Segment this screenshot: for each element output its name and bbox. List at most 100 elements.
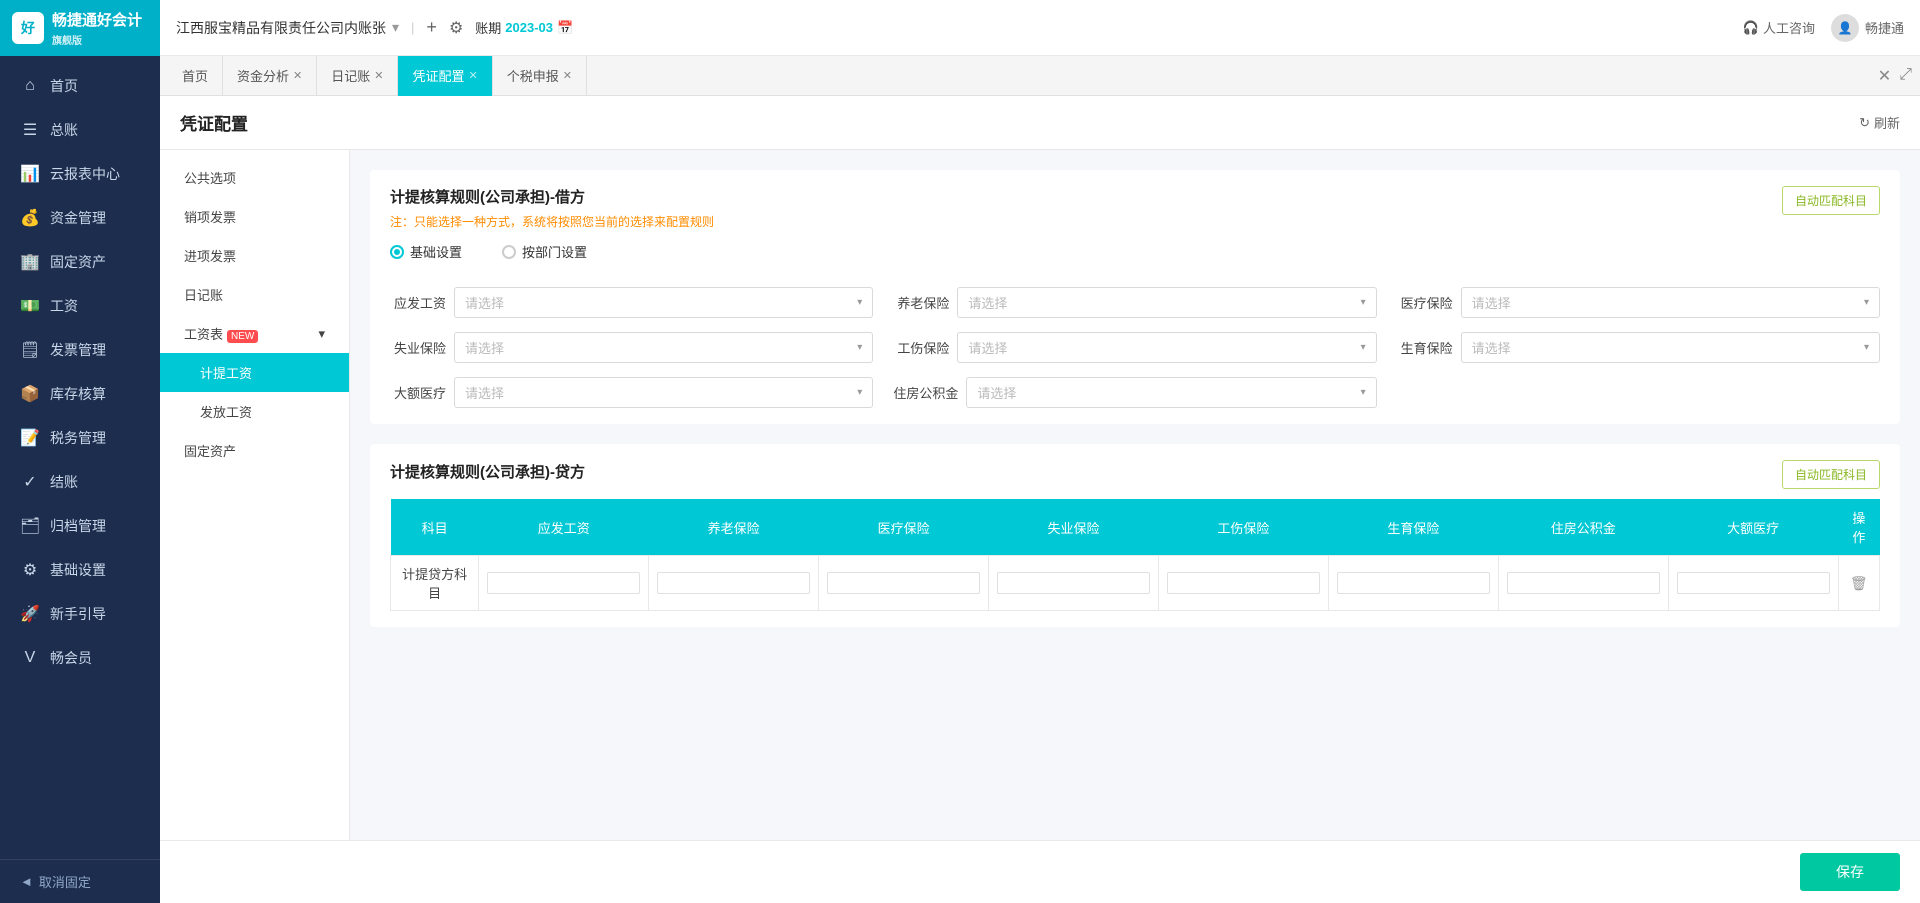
logo-icon: 好 [12,12,44,44]
label-payable-salary: 应发工资 [390,293,446,312]
sidebar-item-salary[interactable]: 💵 工资 [0,284,160,328]
user-menu[interactable]: 👤 畅捷通 [1831,14,1904,42]
label-injury: 工伤保险 [893,338,949,357]
tab-actions: ✕ ⤢ [1878,66,1912,86]
sidebar-item-tax[interactable]: 📝 税务管理 [0,416,160,460]
sidebar-item-inventory[interactable]: 📦 库存核算 [0,372,160,416]
save-button[interactable]: 保存 [1800,853,1900,891]
input-large-medical[interactable] [1677,572,1830,594]
period-selector[interactable]: 账期 2023-03 📅 [475,18,573,37]
sidebar-item-reports[interactable]: 📊 云报表中心 [0,152,160,196]
tab-funds[interactable]: 资金分析 ✕ [223,56,317,96]
expand-icon[interactable]: ⤢ [1899,66,1912,86]
tax-icon: 📝 [20,428,40,448]
left-nav-advance-salary[interactable]: 计提工资 [160,353,349,392]
tab-voucher[interactable]: 凭证配置 ✕ [398,56,492,96]
refresh-button[interactable]: ↻ 刷新 [1859,113,1900,132]
select-unemployment[interactable]: 请选择 ▾ [454,332,873,363]
left-nav-sales[interactable]: 销项发票 [160,197,349,236]
cell-payable-salary[interactable] [479,556,649,611]
tab-voucher-close[interactable]: ✕ [469,69,478,82]
input-housing-fund[interactable] [1507,572,1660,594]
refresh-icon: ↻ [1859,115,1870,131]
cell-housing-fund[interactable] [1498,556,1668,611]
company-name: 江西服宝精品有限责任公司内账张 [176,18,386,38]
radio-basic-label: 基础设置 [410,242,462,261]
assets-icon: 🏢 [20,252,40,272]
service-button[interactable]: 🎧 人工咨询 [1743,18,1815,37]
cell-injury[interactable] [1158,556,1328,611]
company-selector[interactable]: 江西服宝精品有限责任公司内账张 ▾ [176,18,399,38]
input-pension[interactable] [657,572,810,594]
credit-auto-match-button[interactable]: 自动匹配科目 [1782,460,1880,489]
tab-journal-close[interactable]: ✕ [374,69,383,82]
radio-dept[interactable]: 按部门设置 [502,242,587,261]
col-injury: 工伤保险 [1158,499,1328,556]
sidebar-item-settings[interactable]: ⚙ 基础设置 [0,548,160,592]
cell-pension[interactable] [649,556,819,611]
input-unemployment[interactable] [997,572,1150,594]
sidebar-item-checkout[interactable]: ✓ 结账 [0,460,160,504]
sidebar-label-reports: 云报表中心 [50,164,120,184]
headset-icon: 🎧 [1743,20,1759,36]
gear-icon[interactable]: ⚙ [449,18,463,38]
tab-tax[interactable]: 个税申报 ✕ [493,56,587,96]
sidebar-item-assets[interactable]: 🏢 固定资产 [0,240,160,284]
select-injury[interactable]: 请选择 ▾ [957,332,1376,363]
service-label: 人工咨询 [1763,18,1815,37]
label-pension: 养老保险 [893,293,949,312]
input-injury[interactable] [1167,572,1320,594]
left-nav-public[interactable]: 公共选项 [160,158,349,197]
topbar: 江西服宝精品有限责任公司内账张 ▾ | + ⚙ 账期 2023-03 📅 🎧 人… [160,0,1920,56]
sidebar-item-ledger[interactable]: ☰ 总账 [0,108,160,152]
sidebar-item-home[interactable]: ⌂ 首页 [0,64,160,108]
split-layout: 公共选项 销项发票 进项发票 日记账 工资表NEW ▾ 计提工资 发放工资 固定… [160,150,1920,840]
select-housing-fund[interactable]: 请选择 ▾ [966,377,1376,408]
left-nav-fixed-assets[interactable]: 固定资产 [160,431,349,470]
tab-funds-label: 资金分析 [237,66,289,85]
select-large-medical-arrow: ▾ [857,387,862,398]
select-payable-salary[interactable]: 请选择 ▾ [454,287,873,318]
add-button[interactable]: + [426,17,437,38]
radio-basic[interactable]: 基础设置 [390,242,462,261]
input-maternity[interactable] [1337,572,1490,594]
close-tab-icon[interactable]: ✕ [1878,66,1891,86]
right-content: 计提核算规则(公司承担)-借方 注：只能选择一种方式，系统将按照您当前的选择来配… [350,150,1920,840]
tab-tax-close[interactable]: ✕ [563,69,572,82]
debit-auto-match-button[interactable]: 自动匹配科目 [1782,186,1880,215]
label-large-medical: 大额医疗 [390,383,446,402]
tab-funds-close[interactable]: ✕ [293,69,302,82]
sidebar-item-funds[interactable]: 💰 资金管理 [0,196,160,240]
tab-journal[interactable]: 日记账 ✕ [317,56,398,96]
cell-medical[interactable] [819,556,989,611]
cancel-pin-button[interactable]: ◄ 取消固定 [0,859,160,903]
sidebar-item-vip[interactable]: V 畅会员 [0,636,160,680]
sidebar-item-invoice[interactable]: 🗒 发票管理 [0,328,160,372]
left-nav-pay-salary[interactable]: 发放工资 [160,392,349,431]
left-nav-journal[interactable]: 日记账 [160,275,349,314]
select-medical[interactable]: 请选择 ▾ [1461,287,1880,318]
sidebar-item-guide[interactable]: 🚀 新手引导 [0,592,160,636]
input-payable-salary[interactable] [487,572,640,594]
credit-section-title: 计提核算规则(公司承担)-贷方 [390,461,585,482]
tab-home[interactable]: 首页 [168,56,223,96]
left-nav-salary-table[interactable]: 工资表NEW ▾ [160,314,349,353]
select-maternity[interactable]: 请选择 ▾ [1461,332,1880,363]
cell-unemployment[interactable] [989,556,1159,611]
row-label: 计提贷方科目 [391,556,479,611]
sidebar-nav: ⌂ 首页 ☰ 总账 📊 云报表中心 💰 资金管理 🏢 固定资产 💵 工资 🗒 发… [0,56,160,859]
period-value: 2023-03 [505,20,553,35]
settings-icon: ⚙ [20,560,40,580]
col-unemployment: 失业保险 [989,499,1159,556]
sidebar-item-archive[interactable]: 🗂 归档管理 [0,504,160,548]
input-medical[interactable] [827,572,980,594]
select-pension[interactable]: 请选择 ▾ [957,287,1376,318]
delete-row-button[interactable]: 🗑 [1850,575,1868,591]
select-large-medical[interactable]: 请选择 ▾ [454,377,873,408]
cell-maternity[interactable] [1328,556,1498,611]
left-nav-purchase[interactable]: 进项发票 [160,236,349,275]
app-name-block: 畅捷通好会计 旗舰版 [52,9,142,47]
guide-icon: 🚀 [20,604,40,624]
avatar: 👤 [1831,14,1859,42]
cell-large-medical[interactable] [1668,556,1838,611]
